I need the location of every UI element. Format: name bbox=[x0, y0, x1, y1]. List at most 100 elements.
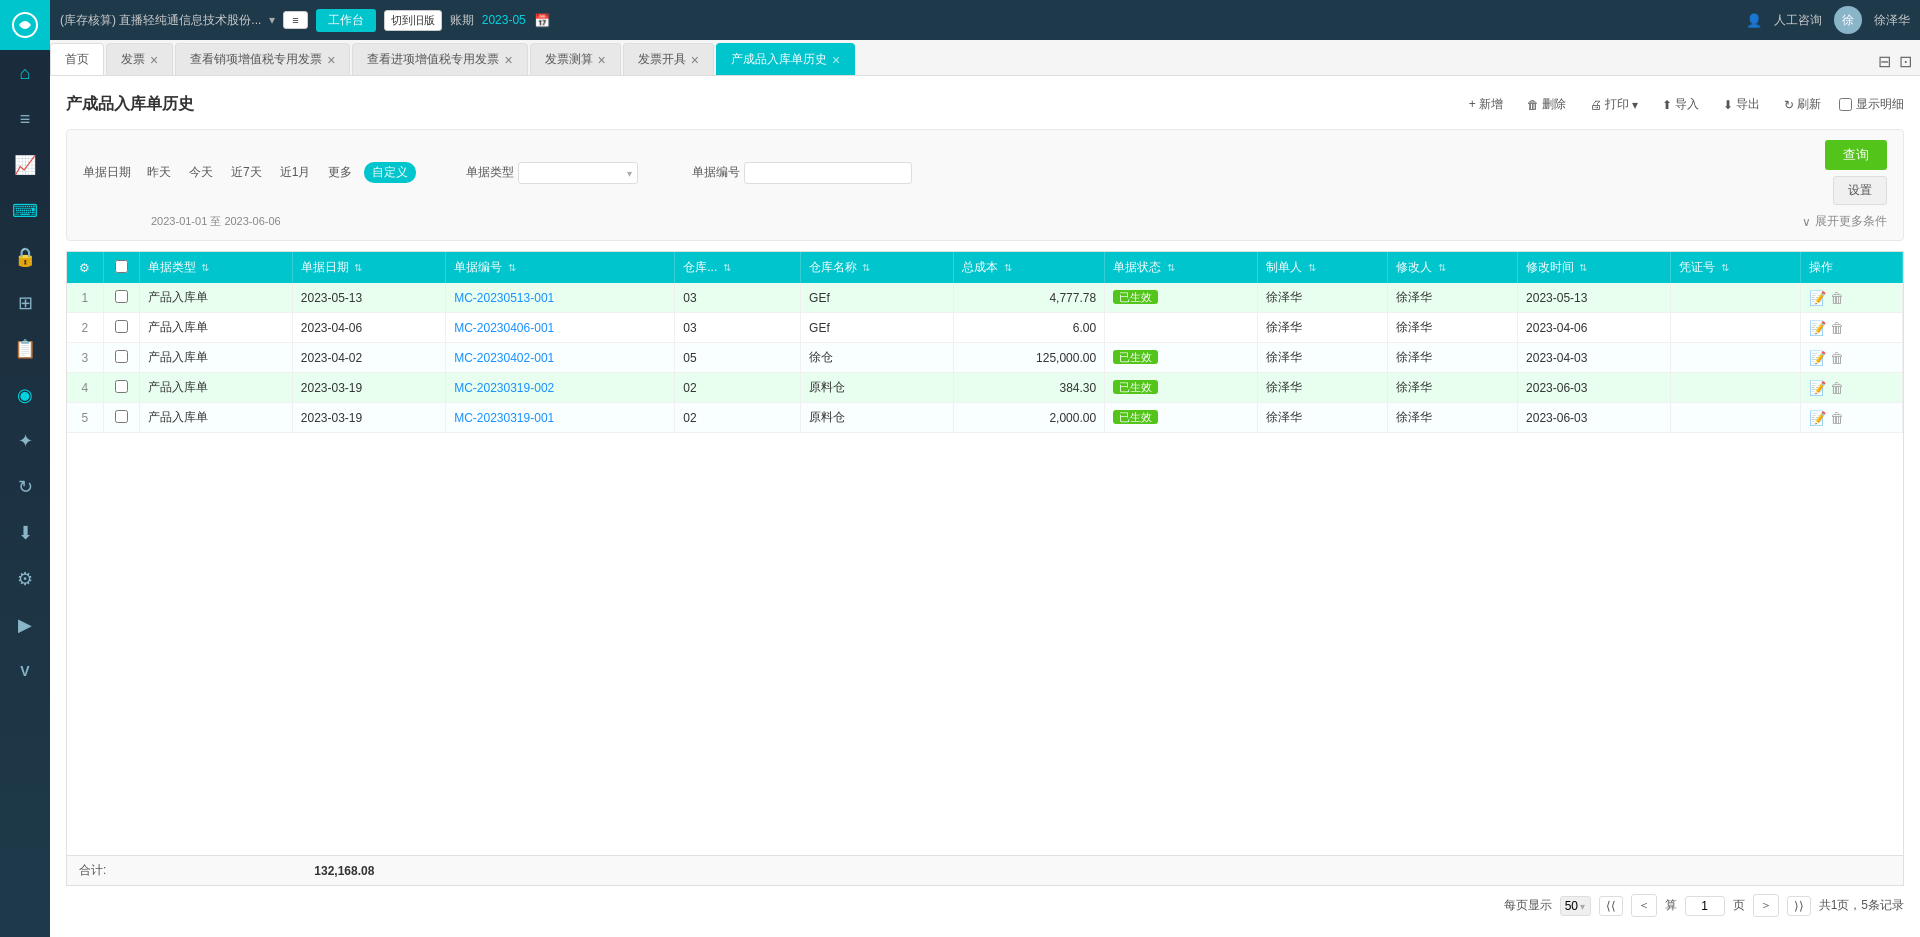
delete-btn[interactable]: 🗑 删除 bbox=[1521, 92, 1572, 117]
refresh-btn[interactable]: ↻ 刷新 bbox=[1778, 92, 1827, 117]
tab-invoice-calc-close[interactable]: × bbox=[598, 52, 606, 68]
col-modify-time[interactable]: 修改时间 ⇅ bbox=[1518, 252, 1671, 283]
row-number[interactable]: MC-20230513-001 bbox=[446, 283, 675, 313]
sidebar-item-v[interactable]: V bbox=[0, 648, 50, 694]
row-number[interactable]: MC-20230319-001 bbox=[446, 403, 675, 433]
edit-icon[interactable]: 📝 bbox=[1809, 410, 1826, 426]
calendar-icon[interactable]: 📅 bbox=[534, 13, 550, 28]
sidebar-item-lock[interactable]: 🔒 bbox=[0, 234, 50, 280]
row-checkbox[interactable] bbox=[115, 380, 128, 393]
prev-page-btn[interactable]: ＜ bbox=[1631, 894, 1657, 917]
row-creator: 徐泽华 bbox=[1258, 403, 1388, 433]
tab-warehouse-history-close[interactable]: × bbox=[832, 52, 840, 68]
col-total-cost[interactable]: 总成本 ⇅ bbox=[954, 252, 1105, 283]
edit-icon[interactable]: 📝 bbox=[1809, 320, 1826, 336]
next-page-btn[interactable]: ＞ bbox=[1753, 894, 1779, 917]
edit-icon[interactable]: 📝 bbox=[1809, 290, 1826, 306]
row-checkbox-cell bbox=[103, 283, 139, 313]
col-warehouse-code[interactable]: 仓库... ⇅ bbox=[675, 252, 801, 283]
tab-purchase-vat-close[interactable]: × bbox=[504, 52, 512, 68]
col-modifier[interactable]: 修改人 ⇅ bbox=[1388, 252, 1518, 283]
col-voucher[interactable]: 凭证号 ⇅ bbox=[1671, 252, 1801, 283]
switch-btn[interactable]: 切到旧版 bbox=[384, 10, 442, 31]
sidebar-item-globe[interactable]: ◉ bbox=[0, 372, 50, 418]
sidebar-item-refresh[interactable]: ↻ bbox=[0, 464, 50, 510]
sidebar-item-home[interactable]: ⌂ bbox=[0, 50, 50, 96]
number-filter-input[interactable] bbox=[744, 162, 912, 184]
sidebar-item-stamp[interactable]: ✦ bbox=[0, 418, 50, 464]
last-page-btn[interactable]: ⟩⟩ bbox=[1787, 896, 1811, 916]
delete-row-icon[interactable]: 🗑 bbox=[1830, 410, 1844, 426]
col-date[interactable]: 单据日期 ⇅ bbox=[292, 252, 445, 283]
sidebar-item-task[interactable]: 📋 bbox=[0, 326, 50, 372]
page-number-input[interactable] bbox=[1685, 896, 1725, 916]
tab-purchase-vat[interactable]: 查看进项增值税专用发票 × bbox=[352, 43, 527, 75]
last1month-btn[interactable]: 近1月 bbox=[274, 162, 317, 183]
tab-minimize-icon[interactable]: ⊟ bbox=[1878, 52, 1891, 71]
row-checkbox[interactable] bbox=[115, 320, 128, 333]
tab-invoice[interactable]: 发票 × bbox=[106, 43, 173, 75]
delete-row-icon[interactable]: 🗑 bbox=[1830, 350, 1844, 366]
row-checkbox[interactable] bbox=[115, 290, 128, 303]
new-btn[interactable]: + 新增 bbox=[1463, 92, 1509, 117]
print-dropdown-icon[interactable]: ▾ bbox=[1632, 98, 1638, 112]
per-page-select[interactable]: 50 100 bbox=[1560, 896, 1591, 916]
sidebar-item-grid[interactable]: ⊞ bbox=[0, 280, 50, 326]
edit-icon[interactable]: 📝 bbox=[1809, 380, 1826, 396]
row-checkbox[interactable] bbox=[115, 410, 128, 423]
select-all-checkbox[interactable] bbox=[115, 260, 128, 273]
last7-btn[interactable]: 近7天 bbox=[225, 162, 268, 183]
export-btn[interactable]: ⬇ 导出 bbox=[1717, 92, 1766, 117]
edit-icon[interactable]: 📝 bbox=[1809, 350, 1826, 366]
type-select[interactable]: 产品入库单 bbox=[518, 162, 638, 184]
workbench-btn[interactable]: 工作台 bbox=[316, 9, 376, 32]
setting-btn[interactable]: 设置 bbox=[1833, 176, 1887, 205]
row-checkbox-cell bbox=[103, 313, 139, 343]
print-btn[interactable]: 🖨 打印 ▾ bbox=[1584, 92, 1644, 117]
show-detail-checkbox[interactable] bbox=[1839, 98, 1852, 111]
col-creator[interactable]: 制单人 ⇅ bbox=[1258, 252, 1388, 283]
expand-more-btn[interactable]: ∨ 展开更多条件 bbox=[1802, 213, 1887, 230]
tab-invoice-calc[interactable]: 发票测算 × bbox=[530, 43, 621, 75]
tab-sales-vat-close[interactable]: × bbox=[327, 52, 335, 68]
yesterday-btn[interactable]: 昨天 bbox=[141, 162, 177, 183]
sidebar-item-chart[interactable]: 📈 bbox=[0, 142, 50, 188]
col-status[interactable]: 单据状态 ⇅ bbox=[1105, 252, 1258, 283]
row-number[interactable]: MC-20230319-002 bbox=[446, 373, 675, 403]
row-checkbox[interactable] bbox=[115, 350, 128, 363]
sidebar-item-gear[interactable]: ⚙ bbox=[0, 556, 50, 602]
custom-btn[interactable]: 自定义 bbox=[364, 162, 416, 183]
tab-sales-vat[interactable]: 查看销项增值税专用发票 × bbox=[175, 43, 350, 75]
tab-maximize-icon[interactable]: ⊡ bbox=[1899, 52, 1912, 71]
delete-row-icon[interactable]: 🗑 bbox=[1830, 290, 1844, 306]
sidebar-item-play[interactable]: ▶ bbox=[0, 602, 50, 648]
more-btn[interactable]: 更多 bbox=[322, 162, 358, 183]
col-type[interactable]: 单据类型 ⇅ bbox=[139, 252, 292, 283]
today-btn[interactable]: 今天 bbox=[183, 162, 219, 183]
delete-row-icon[interactable]: 🗑 bbox=[1830, 380, 1844, 396]
tab-invoice-close[interactable]: × bbox=[150, 52, 158, 68]
document-btn[interactable]: ≡ bbox=[283, 11, 307, 29]
col-settings[interactable]: ⚙ bbox=[67, 252, 103, 283]
tab-invoice-issue-close[interactable]: × bbox=[691, 52, 699, 68]
sidebar-item-download[interactable]: ⬇ bbox=[0, 510, 50, 556]
sidebar-item-calculator[interactable]: ⌨ bbox=[0, 188, 50, 234]
dropdown-icon[interactable]: ▾ bbox=[269, 13, 275, 27]
sidebar-item-document[interactable]: ≡ bbox=[0, 96, 50, 142]
row-number[interactable]: MC-20230406-001 bbox=[446, 313, 675, 343]
tab-invoice-issue[interactable]: 发票开具 × bbox=[623, 43, 714, 75]
header-right: 👤 人工咨询 徐 徐泽华 bbox=[1746, 6, 1910, 34]
col-warehouse-name[interactable]: 仓库名称 ⇅ bbox=[801, 252, 954, 283]
tab-warehouse-history[interactable]: 产成品入库单历史 × bbox=[716, 43, 855, 75]
support-label[interactable]: 人工咨询 bbox=[1774, 12, 1822, 29]
date-range-display: 2023-01-01 至 2023-06-06 bbox=[151, 214, 281, 229]
query-btn[interactable]: 查询 bbox=[1825, 140, 1887, 170]
tab-home[interactable]: 首页 bbox=[50, 43, 104, 75]
col-number[interactable]: 单据编号 ⇅ bbox=[446, 252, 675, 283]
delete-row-icon[interactable]: 🗑 bbox=[1830, 320, 1844, 336]
col-checkbox[interactable] bbox=[103, 252, 139, 283]
import-btn[interactable]: ⬆ 导入 bbox=[1656, 92, 1705, 117]
row-number[interactable]: MC-20230402-001 bbox=[446, 343, 675, 373]
user-name[interactable]: 徐泽华 bbox=[1874, 12, 1910, 29]
first-page-btn[interactable]: ⟨⟨ bbox=[1599, 896, 1623, 916]
